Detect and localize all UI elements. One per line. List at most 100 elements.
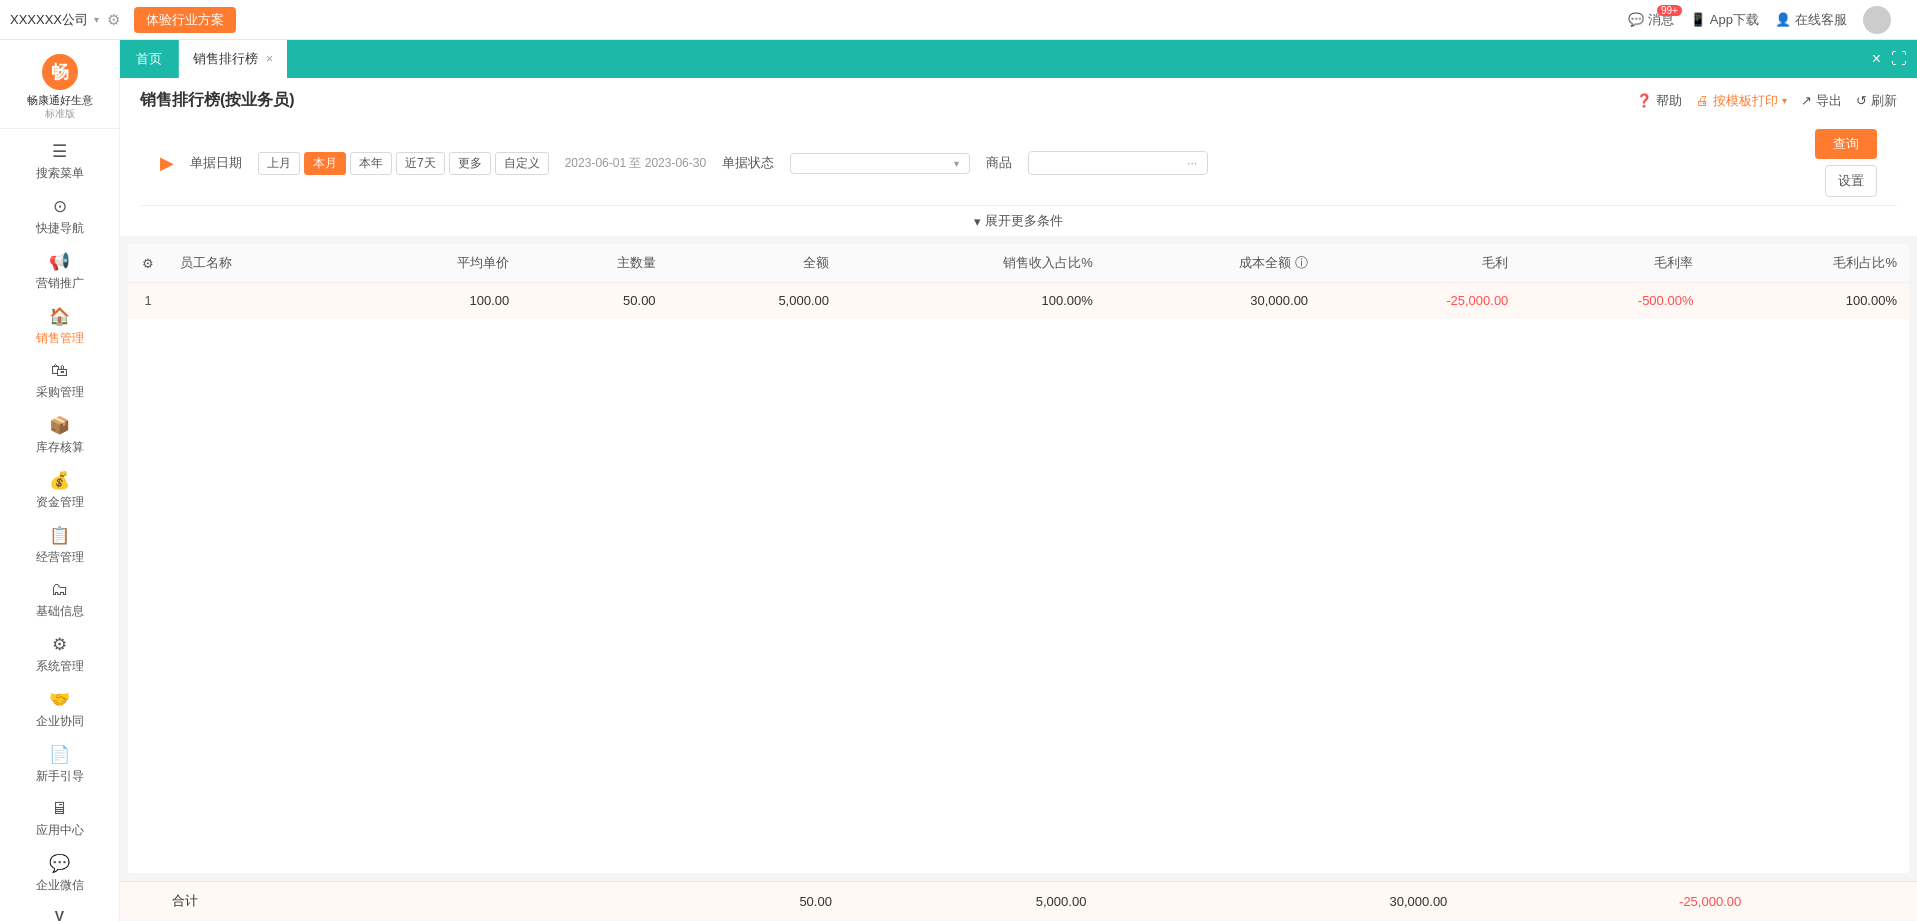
date-buttons: 上月 本月 本年 近7天 更多 自定义 [258,152,549,175]
settings-icon[interactable]: ⚙ [107,11,120,29]
sidebar-item-purchase[interactable]: 🛍 采购管理 [0,353,119,407]
sales-table: ⚙ 员工名称 平均单价 主数量 全额 销售收入占比% 成本全额 ⓘ 毛利 毛利率… [128,244,1909,319]
sidebar-item-guide[interactable]: 📄 新手引导 [0,736,119,791]
total-gross-pct [1835,882,1917,921]
system-icon: ⚙ [52,634,67,655]
content-area: 首页 销售排行榜 × × ⛶ 销售排行榜(按业务员) ❓ 帮助 [120,40,1917,921]
expand-more-button[interactable]: ▾ 展开更多条件 [974,212,1063,230]
date-btn-last-month[interactable]: 上月 [258,152,300,175]
quick-icon: ⊙ [53,196,67,217]
sidebar-item-basic[interactable]: 🗂 基础信息 [0,572,119,626]
page-title: 销售排行榜(按业务员) [140,90,295,111]
total-main-qty: 50.00 [651,882,844,921]
col-name: 员工名称 [168,244,345,283]
filter-row: ▶ 单据日期 上月 本月 本年 近7天 更多 自定义 2023-06-01 至 … [140,121,1897,205]
total-label: 合计 [160,882,569,921]
sidebar-logo: 畅 畅康通好生意 标准版 [0,44,119,129]
online-service-button[interactable]: 👤 在线客服 [1775,11,1847,29]
status-select[interactable]: ▾ [790,153,970,174]
sales-icon: 🏠 [49,306,70,327]
query-button[interactable]: 查询 [1815,129,1877,159]
tab-close-icon[interactable]: × [266,52,273,66]
window-expand-icon[interactable]: ⛶ [1891,50,1907,68]
print-icon: 🖨 [1696,93,1709,108]
refresh-button[interactable]: ↺ 刷新 [1856,92,1897,110]
row-cost-amount: 30,000.00 [1105,283,1320,319]
company-name: XXXXXX公司 [10,11,88,29]
sidebar-item-member[interactable]: V 畅会员 [0,900,119,921]
date-btn-custom[interactable]: 自定义 [495,152,549,175]
export-button[interactable]: ↗ 导出 [1801,92,1842,110]
page-header-actions: ❓ 帮助 🖨 按模板打印 ▾ ↗ 导出 ↺ [1636,92,1897,110]
col-settings[interactable]: ⚙ [128,244,168,283]
footer-total: 合计 50.00 5,000.00 30,000.00 -25,000.00 [120,881,1917,921]
date-range: 2023-06-01 至 2023-06-30 [565,155,706,172]
template-print-button[interactable]: 🖨 按模板打印 ▾ [1696,92,1787,110]
logo-text: 畅康通好生意 标准版 [27,93,93,120]
row-name [168,283,345,319]
print-chevron-icon: ▾ [1782,95,1787,106]
date-btn-7days[interactable]: 近7天 [396,152,445,175]
finance-icon: 💰 [49,470,70,491]
sidebar-item-finance[interactable]: 💰 资金管理 [0,462,119,517]
apps-icon: 🖥 [51,799,68,819]
setting-button[interactable]: 设置 [1825,165,1877,197]
help-icon: ❓ [1636,93,1652,108]
operation-icon: 📋 [49,525,70,546]
status-select-chevron-icon: ▾ [954,158,959,169]
message-badge: 99+ [1657,5,1682,16]
sidebar-item-enterprise[interactable]: 🤝 企业协同 [0,681,119,736]
date-btn-this-year[interactable]: 本年 [350,152,392,175]
sidebar-item-apps[interactable]: 🖥 应用中心 [0,791,119,845]
export-icon: ↗ [1801,93,1812,108]
top-bar-right: 💬 消息 99+ 📱 App下载 👤 在线客服 [1628,6,1907,34]
sidebar-item-system[interactable]: ⚙ 系统管理 [0,626,119,681]
sidebar: 畅 畅康通好生意 标准版 ☰ 搜索菜单 ⊙ 快捷导航 📢 营销推广 🏠 销售管理… [0,40,120,921]
col-cost-amount: 成本全额 ⓘ [1105,244,1320,283]
company-selector[interactable]: XXXXXX公司 ▾ [10,11,99,29]
search-icon: ☰ [52,141,67,162]
row-main-qty: 50.00 [521,283,667,319]
message-button[interactable]: 💬 消息 99+ [1628,11,1674,29]
page-content: 销售排行榜(按业务员) ❓ 帮助 🖨 按模板打印 ▾ ↗ [120,78,1917,921]
message-icon: 💬 [1628,12,1644,27]
row-gross-profit: -25,000.00 [1320,283,1520,319]
table-row: 1 100.00 50.00 5,000.00 100.00% 30,000.0… [128,283,1909,319]
tab-sales-ranking[interactable]: 销售排行榜 × [179,40,287,78]
goods-input[interactable]: ··· [1028,151,1208,175]
app-download-button[interactable]: 📱 App下载 [1690,11,1759,29]
row-gross-margin: -500.00% [1520,283,1705,319]
sidebar-item-wechat[interactable]: 💬 企业微信 [0,845,119,900]
page-header: 销售排行榜(按业务员) ❓ 帮助 🖨 按模板打印 ▾ ↗ [120,78,1917,236]
col-gross-profit: 毛利 [1320,244,1520,283]
sidebar-item-inventory[interactable]: 📦 库存核算 [0,407,119,462]
logo-icon: 畅 [42,54,78,90]
service-icon: 👤 [1775,12,1791,27]
help-button[interactable]: ❓ 帮助 [1636,92,1682,110]
goods-label: 商品 [986,154,1012,172]
window-close-icon[interactable]: × [1872,50,1881,68]
tab-home[interactable]: 首页 [120,40,179,78]
basic-icon: 🗂 [51,580,68,600]
goods-more-icon[interactable]: ··· [1187,156,1197,170]
filter-collapse-icon[interactable]: ▶ [160,152,174,174]
tab-bar: 首页 销售排行榜 × × ⛶ [120,40,1917,78]
app-label: App下载 [1710,11,1759,29]
table-wrapper: ⚙ 员工名称 平均单价 主数量 全额 销售收入占比% 成本全额 ⓘ 毛利 毛利率… [128,244,1909,873]
total-gross-profit: -25,000.00 [1459,882,1753,921]
avatar[interactable] [1863,6,1891,34]
sidebar-item-marketing[interactable]: 📢 营销推广 [0,243,119,298]
sidebar-item-quick[interactable]: ⊙ 快捷导航 [0,188,119,243]
total-cost-amount: 30,000.00 [1180,882,1459,921]
sidebar-item-search[interactable]: ☰ 搜索菜单 [0,133,119,188]
date-btn-this-month[interactable]: 本月 [304,152,346,175]
total-gross-margin [1753,882,1835,921]
inventory-icon: 📦 [49,415,70,436]
total-empty [120,882,160,921]
total-avg-price [569,882,651,921]
trial-button[interactable]: 体验行业方案 [134,7,236,33]
sidebar-item-operation[interactable]: 📋 经营管理 [0,517,119,572]
row-sales-pct: 100.00% [841,283,1105,319]
sidebar-item-sales[interactable]: 🏠 销售管理 [0,298,119,353]
date-btn-more[interactable]: 更多 [449,152,491,175]
